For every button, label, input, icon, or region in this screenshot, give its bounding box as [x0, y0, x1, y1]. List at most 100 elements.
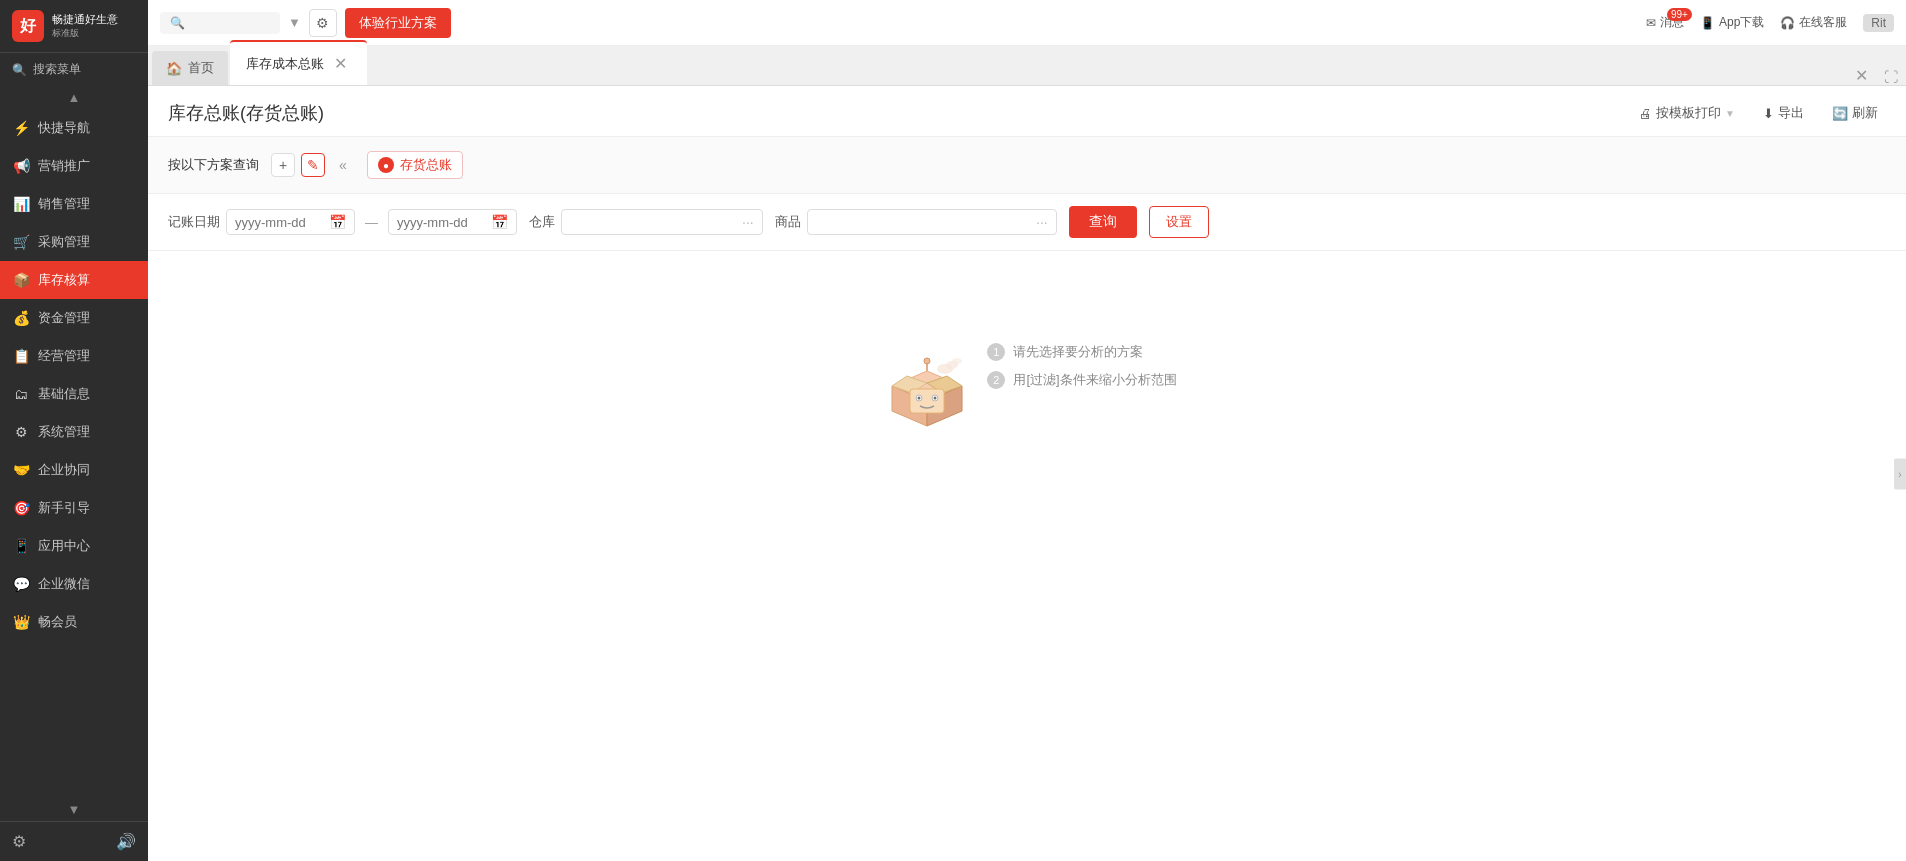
sidebar-item-operations[interactable]: 📋 经营管理 — [0, 337, 148, 375]
tab-close-icon[interactable]: ✕ — [330, 50, 351, 77]
date-end-input[interactable] — [397, 215, 487, 230]
date-start-input[interactable] — [235, 215, 325, 230]
enterprise-icon: 🤝 — [12, 462, 30, 478]
edit-scheme-button[interactable]: ✎ — [301, 153, 325, 177]
print-dropdown-icon: ▼ — [1725, 108, 1735, 119]
window-expand-button[interactable]: ⛶ — [1876, 69, 1906, 85]
add-scheme-button[interactable]: + — [271, 153, 295, 177]
tab-home-label: 首页 — [188, 59, 214, 77]
product-more-icon[interactable]: ··· — [1036, 214, 1048, 230]
online-support-button[interactable]: 🎧 在线客服 — [1780, 14, 1847, 31]
finance-icon: 💰 — [12, 310, 30, 326]
gear-icon: ⚙ — [316, 15, 329, 31]
page-actions: 🖨 按模板打印 ▼ ⬇ 导出 🔄 刷新 — [1631, 100, 1886, 126]
warehouse-more-icon[interactable]: ··· — [742, 214, 754, 230]
home-icon: 🏠 — [166, 61, 182, 76]
collapse-scheme-button[interactable]: « — [331, 153, 355, 177]
sidebar-logo: 好 畅捷通好生意 标准版 — [0, 0, 148, 53]
export-button[interactable]: ⬇ 导出 — [1755, 100, 1812, 126]
sidebar-item-label: 基础信息 — [38, 385, 90, 403]
topbar-right: ✉ 消息 99+ 📱 App下载 🎧 在线客服 Rit — [1646, 14, 1894, 32]
sidebar-item-marketing[interactable]: 📢 营销推广 — [0, 147, 148, 185]
product-input[interactable] — [816, 215, 1032, 230]
industry-solution-button[interactable]: 体验行业方案 — [345, 8, 451, 38]
footer-audio-icon[interactable]: 🔊 — [116, 832, 136, 851]
headset-icon: 🎧 — [1780, 16, 1795, 30]
sidebar-item-basic[interactable]: 🗂 基础信息 — [0, 375, 148, 413]
empty-tip-1: 1 请先选择要分析的方案 — [987, 343, 1176, 361]
sidebar-item-purchase[interactable]: 🛒 采购管理 — [0, 223, 148, 261]
tab-home[interactable]: 🏠 首页 — [152, 51, 228, 85]
messages-button[interactable]: ✉ 消息 99+ — [1646, 14, 1684, 31]
date-end-input-wrap[interactable]: 📅 — [388, 209, 517, 235]
date-start-input-wrap[interactable]: 📅 — [226, 209, 355, 235]
scheme-item-label: 存货总账 — [400, 156, 452, 174]
filter-scheme-item[interactable]: ● 存货总账 — [367, 151, 463, 179]
sidebar-search-label: 搜索菜单 — [33, 61, 81, 78]
tip-number-1: 1 — [987, 343, 1005, 361]
date-field: 记账日期 📅 — 📅 — [168, 209, 517, 235]
avatar-text: Rit — [1871, 16, 1886, 30]
appcenter-icon: 📱 — [12, 538, 30, 554]
svg-rect-5 — [910, 389, 944, 413]
export-icon: ⬇ — [1763, 106, 1774, 121]
filter-row: 按以下方案查询 + ✎ « ● 存货总账 — [168, 151, 1886, 179]
sidebar-item-system[interactable]: ⚙ 系统管理 — [0, 413, 148, 451]
query-button[interactable]: 查询 — [1069, 206, 1137, 238]
sidebar-item-finance[interactable]: 💰 资金管理 — [0, 299, 148, 337]
scheme-dot-icon: ● — [378, 157, 394, 173]
settings-button[interactable]: 设置 — [1149, 206, 1209, 238]
sidebar-item-enterprise[interactable]: 🤝 企业协同 — [0, 451, 148, 489]
topbar-search-box[interactable]: 🔍 — [160, 12, 280, 34]
sidebar-item-sales[interactable]: 📊 销售管理 — [0, 185, 148, 223]
sidebar-item-appcenter[interactable]: 📱 应用中心 — [0, 527, 148, 565]
svg-point-8 — [918, 397, 921, 400]
topbar-settings-button[interactable]: ⚙ — [309, 9, 337, 37]
sidebar-search[interactable]: 🔍 搜索菜单 — [0, 53, 148, 86]
print-template-button[interactable]: 🖨 按模板打印 ▼ — [1631, 100, 1743, 126]
sidebar-item-label: 系统管理 — [38, 423, 90, 441]
sidebar-item-label: 资金管理 — [38, 309, 90, 327]
box-svg — [877, 331, 977, 431]
user-avatar[interactable]: Rit — [1863, 14, 1894, 32]
basic-icon: 🗂 — [12, 386, 30, 402]
sidebar-scroll-up[interactable]: ▲ — [0, 86, 148, 109]
calendar-end-icon[interactable]: 📅 — [491, 214, 508, 230]
sidebar-item-label: 销售管理 — [38, 195, 90, 213]
footer-settings-icon[interactable]: ⚙ — [12, 832, 26, 851]
sidebar-item-newguide[interactable]: 🎯 新手引导 — [0, 489, 148, 527]
sidebar-scroll-down[interactable]: ▼ — [0, 798, 148, 821]
warehouse-input-wrap[interactable]: ··· — [561, 209, 763, 235]
app-badge: 标准版 — [52, 27, 118, 40]
message-icon: ✉ — [1646, 16, 1656, 30]
svg-point-14 — [952, 358, 962, 364]
tab-inventory-cost[interactable]: 库存成本总账 ✕ — [230, 40, 367, 85]
app-name: 畅捷通好生意 — [52, 12, 118, 26]
tip-number-2: 2 — [987, 371, 1005, 389]
topbar-dropdown-icon[interactable]: ▼ — [288, 15, 301, 30]
sidebar-item-label: 畅会员 — [38, 613, 77, 631]
app-logo-icon: 好 — [12, 10, 44, 42]
window-close-button[interactable]: ✕ — [1847, 66, 1876, 85]
newguide-icon: 🎯 — [12, 500, 30, 516]
system-icon: ⚙ — [12, 424, 30, 440]
sidebar-item-member[interactable]: 👑 畅会员 — [0, 603, 148, 641]
svg-point-9 — [934, 397, 937, 400]
warehouse-input[interactable] — [570, 215, 738, 230]
app-download-label: App下载 — [1719, 14, 1764, 31]
sidebar-item-inventory[interactable]: 📦 库存核算 — [0, 261, 148, 299]
product-label: 商品 — [775, 213, 801, 231]
member-icon: 👑 — [12, 614, 30, 630]
sidebar-item-label: 营销推广 — [38, 157, 90, 175]
refresh-button[interactable]: 🔄 刷新 — [1824, 100, 1886, 126]
marketing-icon: 📢 — [12, 158, 30, 174]
sidebar-item-label: 采购管理 — [38, 233, 90, 251]
sidebar-item-wechat[interactable]: 💬 企业微信 — [0, 565, 148, 603]
app-download-button[interactable]: 📱 App下载 — [1700, 14, 1764, 31]
filter-label: 按以下方案查询 — [168, 156, 259, 174]
tip-text-1: 请先选择要分析的方案 — [1013, 343, 1143, 361]
sidebar-item-quick-nav[interactable]: ⚡ 快捷导航 — [0, 109, 148, 147]
calendar-start-icon[interactable]: 📅 — [329, 214, 346, 230]
product-input-wrap[interactable]: ··· — [807, 209, 1057, 235]
side-handle[interactable]: › — [1894, 458, 1906, 489]
